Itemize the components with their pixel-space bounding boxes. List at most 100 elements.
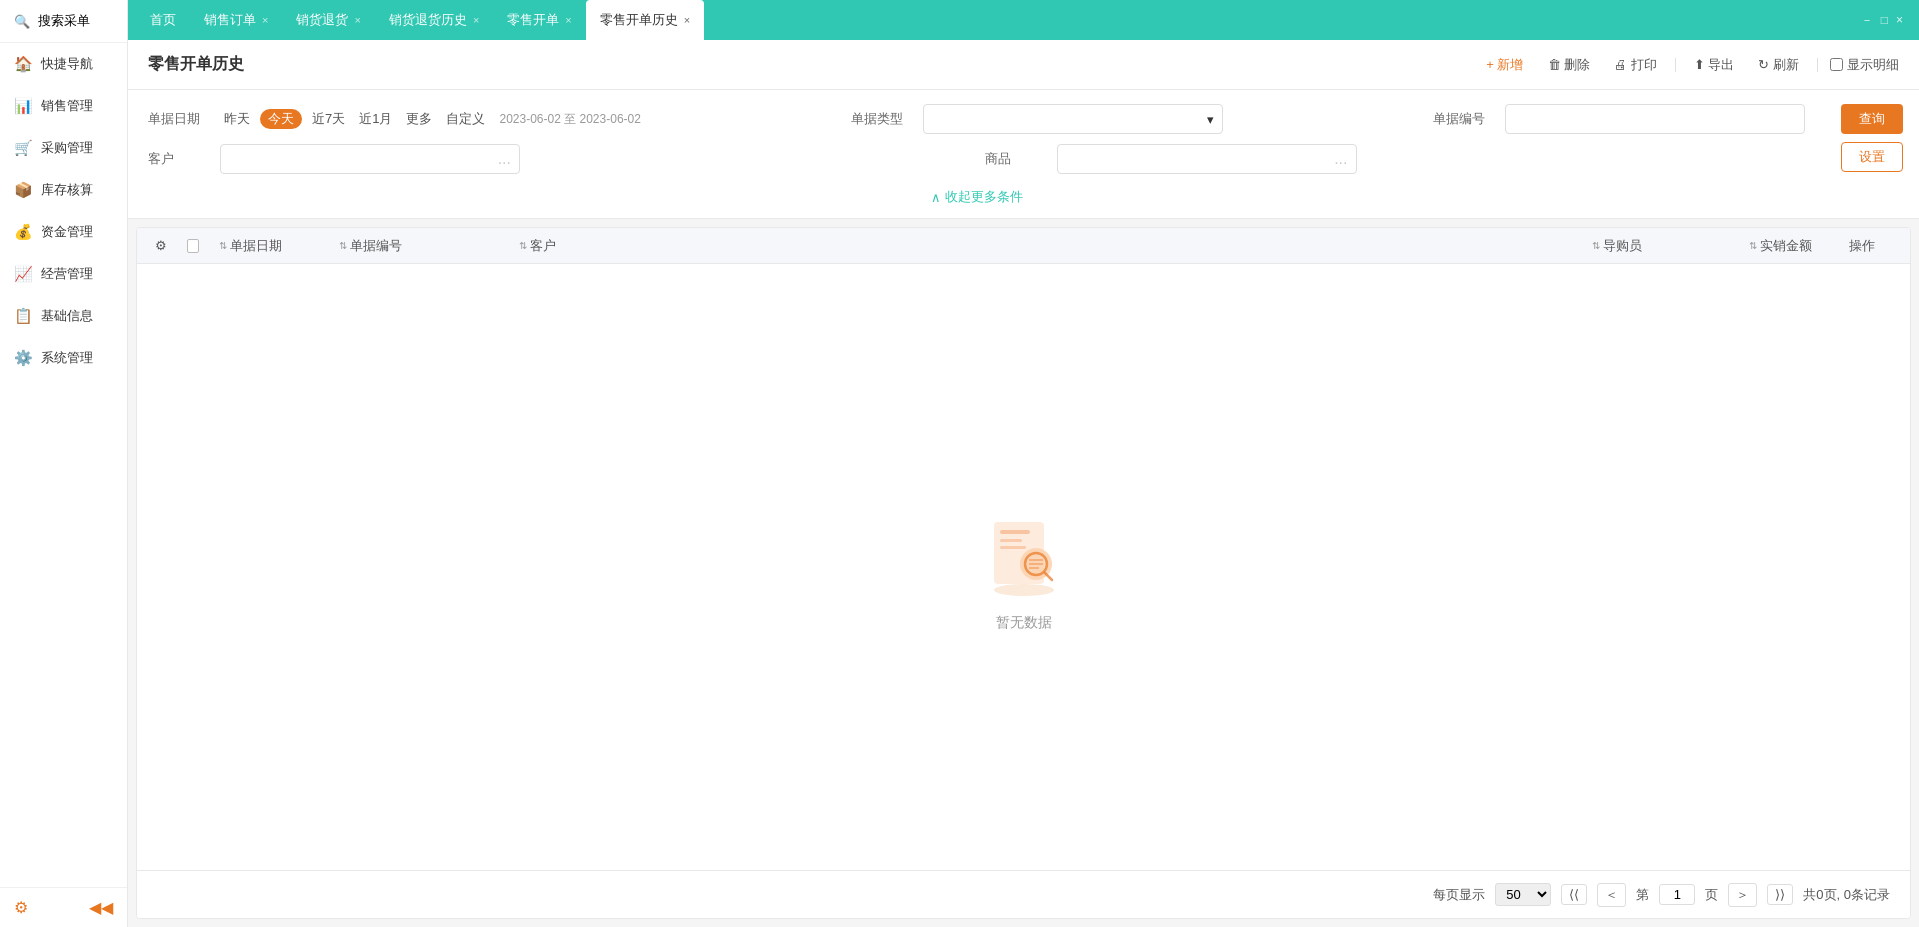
th-amount-label: 实销金额	[1760, 237, 1812, 255]
next-page-btn[interactable]: ＞	[1728, 883, 1757, 907]
sidebar-label-business: 经营管理	[41, 265, 93, 283]
last-page-btn[interactable]: ⟩⟩	[1767, 884, 1793, 905]
th-action: 操作	[1822, 237, 1902, 255]
maximize-button[interactable]: □	[1881, 13, 1888, 27]
th-number[interactable]: ⇅ 单据编号	[329, 237, 509, 255]
refresh-button[interactable]: ↻ 刷新	[1752, 52, 1805, 78]
empty-state: 暂无数据	[137, 264, 1910, 870]
tab-retail-open-history[interactable]: 零售开单历史 ×	[586, 0, 704, 40]
page-size-select[interactable]: 50 10 20 100	[1495, 883, 1551, 906]
tab-retail-open[interactable]: 零售开单×	[493, 0, 585, 40]
th-customer[interactable]: ⇅ 客户	[509, 237, 1582, 255]
show-detail-checkbox[interactable]: 显示明细	[1830, 56, 1899, 74]
date-opt-today[interactable]: 今天	[260, 109, 302, 129]
search-menu-label: 搜索采单	[38, 12, 90, 30]
header-checkbox[interactable]	[187, 239, 199, 253]
sidebar-icon-purchase-mgmt: 🛒	[14, 139, 33, 157]
top-nav-right: － □ ×	[1861, 12, 1911, 29]
search-menu-item[interactable]: 🔍 搜索采单	[0, 0, 127, 43]
sidebar-label-quick-nav: 快捷导航	[41, 55, 93, 73]
th-settings[interactable]: ⚙	[145, 238, 177, 253]
tab-close-sales-return[interactable]: ×	[354, 14, 360, 26]
th-guide-label: 导购员	[1603, 237, 1642, 255]
number-filter-label: 单据编号	[1433, 110, 1489, 128]
page-word: 第	[1636, 886, 1649, 904]
tab-label-retail-open-history: 零售开单历史	[600, 11, 678, 29]
customer-ellipsis-icon[interactable]: ...	[498, 150, 511, 168]
date-opt-custom[interactable]: 自定义	[442, 109, 489, 129]
goods-select[interactable]: ...	[1057, 144, 1357, 174]
query-button[interactable]: 查询	[1841, 104, 1903, 134]
th-action-label: 操作	[1849, 237, 1875, 255]
sidebar-item-sys-mgmt[interactable]: ⚙️ 系统管理	[0, 337, 127, 379]
divider-1	[1675, 58, 1676, 72]
first-page-btn[interactable]: ⟨⟨	[1561, 884, 1587, 905]
tab-close-sales-return-history[interactable]: ×	[473, 14, 479, 26]
close-window-button[interactable]: ×	[1896, 13, 1903, 27]
th-amount[interactable]: ⇅ 实销金额	[1702, 237, 1822, 255]
show-detail-input[interactable]	[1830, 58, 1843, 71]
tab-close-retail-open-history[interactable]: ×	[684, 14, 690, 26]
filter-area: 单据日期 昨天 今天 近7天 近1月 更多 自定义 2023-06-02 至 2…	[128, 90, 1825, 218]
date-opt-more[interactable]: 更多	[402, 109, 436, 129]
prev-page-btn[interactable]: ＜	[1597, 883, 1626, 907]
page-title: 零售开单历史	[148, 54, 244, 75]
th-date[interactable]: ⇅ 单据日期	[209, 237, 329, 255]
tab-label-sales-return: 销货退货	[296, 11, 348, 29]
svg-rect-4	[1000, 546, 1026, 549]
add-button[interactable]: + 新增	[1480, 52, 1529, 78]
number-input[interactable]	[1505, 104, 1805, 134]
sidebar-icon-inventory: 📦	[14, 181, 33, 199]
tab-close-retail-open[interactable]: ×	[565, 14, 571, 26]
tab-sales-order[interactable]: 销售订单×	[190, 0, 282, 40]
sidebar-item-purchase-mgmt[interactable]: 🛒 采购管理	[0, 127, 127, 169]
customer-filter-label: 客户	[148, 150, 204, 168]
delete-button[interactable]: 🗑 删除	[1542, 52, 1597, 78]
date-opt-yesterday[interactable]: 昨天	[220, 109, 254, 129]
sidebar-item-business[interactable]: 📈 经营管理	[0, 253, 127, 295]
page-header: 零售开单历史 + 新增 🗑 删除 🖨 打印 ⬆ 导出 ↻ 刷新 显示明细	[128, 40, 1919, 90]
sidebar-menu: 🏠 快捷导航📊 销售管理🛒 采购管理📦 库存核算💰 资金管理📈 经营管理📋 基础…	[0, 43, 127, 887]
sidebar-item-inventory[interactable]: 📦 库存核算	[0, 169, 127, 211]
date-opt-1month[interactable]: 近1月	[355, 109, 396, 129]
goods-ellipsis-icon[interactable]: ...	[1334, 150, 1347, 168]
svg-rect-2	[1000, 530, 1030, 534]
empty-text: 暂无数据	[996, 614, 1052, 632]
sort-icon-g: ⇅	[1592, 240, 1600, 251]
collapse-more-btn[interactable]: ∧ 收起更多条件	[148, 184, 1805, 210]
tab-sales-return[interactable]: 销货退货 ×	[282, 0, 374, 40]
sidebar-icon-quick-nav: 🏠	[14, 55, 33, 73]
th-check[interactable]	[177, 239, 209, 253]
tab-home[interactable]: 首页	[136, 0, 190, 40]
settings-icon[interactable]: ⚙	[14, 898, 28, 917]
sidebar-item-quick-nav[interactable]: 🏠 快捷导航	[0, 43, 127, 85]
tab-sales-return-history[interactable]: 销货退货历史 ×	[375, 0, 493, 40]
customer-select[interactable]: ...	[220, 144, 520, 174]
top-nav: 首页销售订单×销货退货×销货退货历史×零售开单×零售开单历史× － □ ×	[128, 0, 1919, 40]
export-button[interactable]: ⬆ 导出	[1688, 52, 1741, 78]
type-filter-label: 单据类型	[851, 110, 907, 128]
sidebar: 🔍 搜索采单 🏠 快捷导航📊 销售管理🛒 采购管理📦 库存核算💰 资金管理📈 经…	[0, 0, 128, 927]
type-select-arrow: ▾	[1207, 112, 1214, 127]
print-button[interactable]: 🖨 打印	[1608, 52, 1663, 78]
settings-button[interactable]: 设置	[1841, 142, 1903, 172]
sidebar-icon-sales-mgmt: 📊	[14, 97, 33, 115]
sidebar-label-finance: 资金管理	[41, 223, 93, 241]
tab-label-sales-return-history: 销货退货历史	[389, 11, 467, 29]
per-page-label: 每页显示	[1433, 886, 1485, 904]
minimize-button[interactable]: －	[1861, 12, 1873, 29]
tab-close-sales-order[interactable]: ×	[262, 14, 268, 26]
th-guide[interactable]: ⇅ 导购员	[1582, 237, 1702, 255]
sidebar-item-finance[interactable]: 💰 资金管理	[0, 211, 127, 253]
collapse-sidebar-icon[interactable]: ◀◀	[89, 898, 113, 917]
type-select[interactable]: ▾	[923, 104, 1223, 134]
sidebar-item-base-info[interactable]: 📋 基础信息	[0, 295, 127, 337]
sidebar-item-sales-mgmt[interactable]: 📊 销售管理	[0, 85, 127, 127]
sidebar-icon-business: 📈	[14, 265, 33, 283]
total-text: 共0页, 0条记录	[1803, 886, 1890, 904]
date-opt-7days[interactable]: 近7天	[308, 109, 349, 129]
sidebar-footer: ⚙ ◀◀	[0, 887, 127, 927]
page-input[interactable]	[1659, 884, 1695, 905]
sidebar-icon-base-info: 📋	[14, 307, 33, 325]
page-label: 页	[1705, 886, 1718, 904]
